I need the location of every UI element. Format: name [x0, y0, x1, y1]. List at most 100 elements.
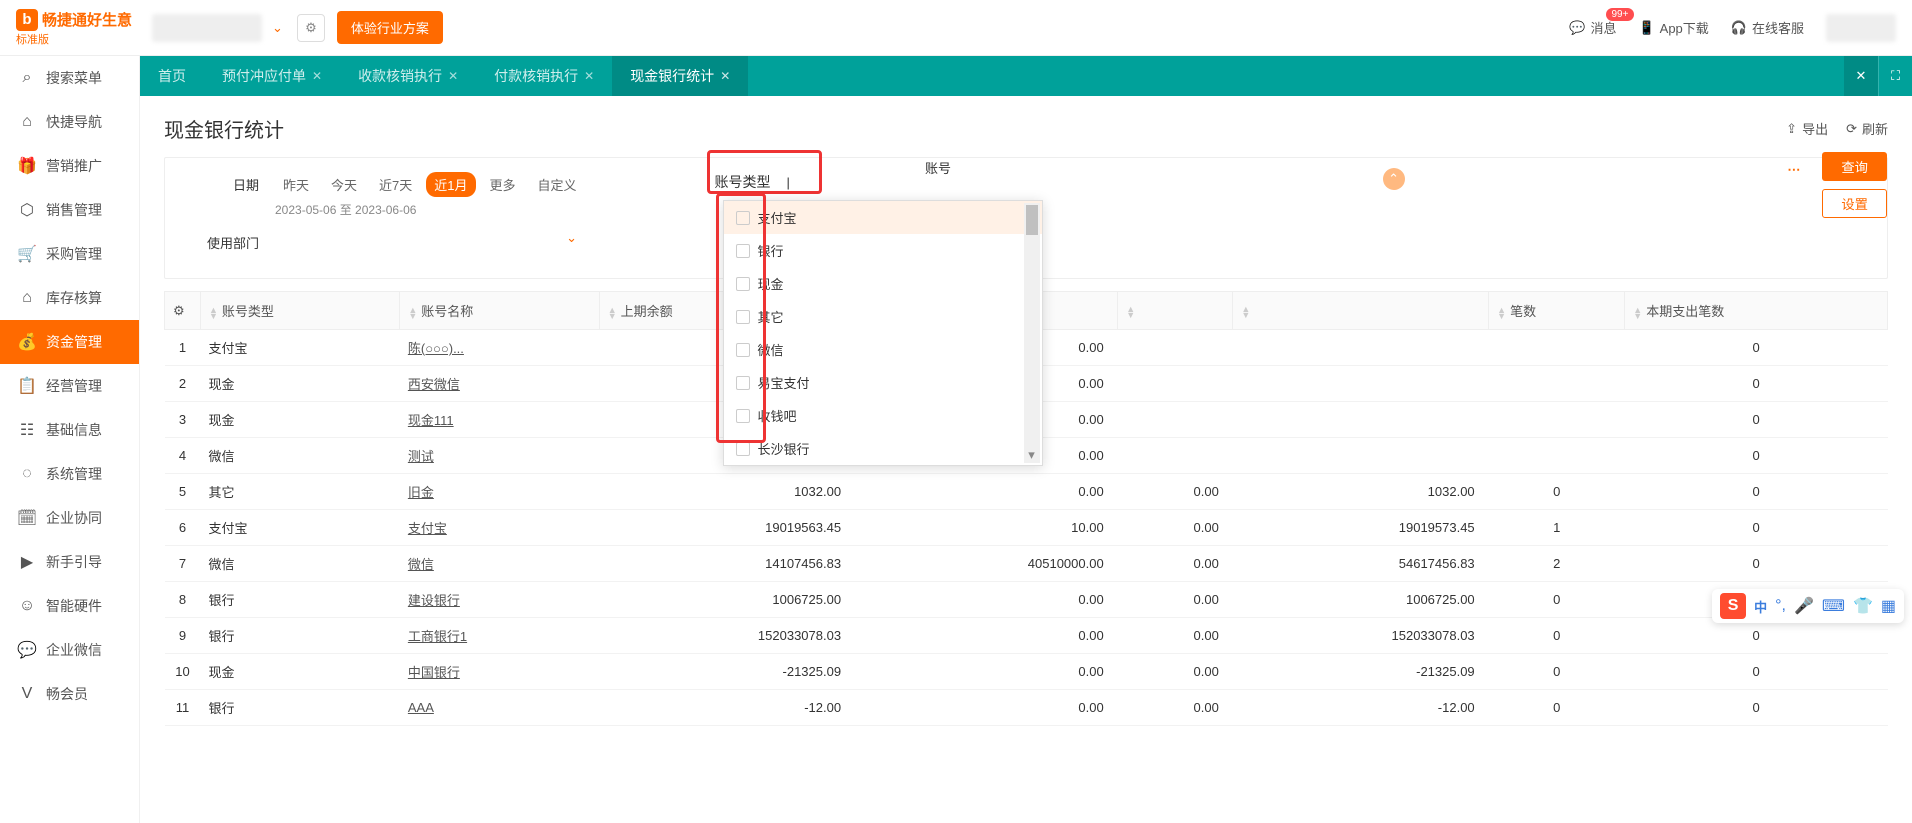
messages-link[interactable]: 💬 消息 99+ — [1569, 18, 1616, 37]
checkbox[interactable] — [736, 310, 750, 324]
more-dots[interactable]: ⋯ — [1787, 152, 1802, 178]
trial-button[interactable]: 体验行业方案 — [337, 11, 443, 44]
date-chip[interactable]: 近1月 — [426, 172, 475, 197]
sort-icon[interactable]: ▲▼ — [1126, 306, 1135, 318]
tab[interactable]: 收款核销执行✕ — [340, 56, 476, 96]
sidebar-item[interactable]: ☷基础信息 — [0, 408, 139, 452]
support-link[interactable]: 🎧 在线客服 — [1731, 18, 1804, 37]
checkbox[interactable] — [736, 277, 750, 291]
dropdown-option[interactable]: 易宝支付 — [724, 366, 1042, 399]
date-chip[interactable]: 近7天 — [371, 172, 420, 197]
dropdown-scrollbar[interactable]: ▾ — [1024, 203, 1040, 463]
user-avatar-blurred[interactable] — [1826, 14, 1896, 42]
sidebar-item[interactable]: 🗓企业协同 — [0, 496, 139, 540]
column-header[interactable]: ▲▼账号名称 — [400, 292, 599, 330]
dropdown-option[interactable]: 其它 — [724, 300, 1042, 333]
dropdown-option[interactable]: 现金 — [724, 267, 1042, 300]
cell-name-link[interactable]: 西安微信 — [400, 366, 599, 402]
sidebar-item[interactable]: ⌕搜索菜单 — [0, 56, 139, 100]
app-download-link[interactable]: 📱 App下载 — [1638, 18, 1708, 37]
dept-select[interactable]: ⌄ — [275, 230, 585, 247]
sidebar-item[interactable]: 🛒采购管理 — [0, 232, 139, 276]
checkbox[interactable] — [736, 343, 750, 357]
cell-name-link[interactable]: 中国银行 — [400, 654, 599, 690]
ime-keyboard-icon[interactable]: ⌨ — [1822, 596, 1845, 616]
settings-button[interactable]: 设置 — [1822, 189, 1887, 218]
dropdown-option[interactable]: 银行 — [724, 234, 1042, 267]
sort-icon[interactable]: ▲▼ — [608, 307, 617, 319]
close-tab-button[interactable]: ✕ — [1844, 56, 1878, 96]
sidebar-item[interactable]: ⌂库存核算 — [0, 276, 139, 320]
scrollbar-down-icon[interactable]: ▾ — [1024, 447, 1040, 463]
cell-prev: 19019563.45 — [599, 510, 855, 546]
ime-mic-icon[interactable]: 🎤 — [1794, 596, 1814, 616]
cell-name-link[interactable]: 建设银行 — [400, 582, 599, 618]
gear-column-header[interactable]: ⚙ — [165, 292, 201, 330]
tab[interactable]: 预付冲应付单✕ — [204, 56, 340, 96]
sort-icon[interactable]: ▲▼ — [408, 307, 417, 319]
sidebar-item[interactable]: 📋经营管理 — [0, 364, 139, 408]
sidebar-item[interactable]: ▶新手引导 — [0, 540, 139, 584]
export-button[interactable]: ⇪ 导出 — [1786, 119, 1828, 138]
column-header[interactable]: ▲▼账号类型 — [201, 292, 400, 330]
dropdown-option[interactable]: 长沙银行 — [724, 432, 1042, 465]
sidebar-item[interactable]: V畅会员 — [0, 672, 139, 716]
ime-toolbox-icon[interactable]: ▦ — [1881, 596, 1896, 616]
cell-name-link[interactable]: AAA — [400, 690, 599, 726]
cell-name-link[interactable]: 现金111 — [400, 402, 599, 438]
ime-logo-icon[interactable]: S — [1720, 593, 1746, 619]
checkbox[interactable] — [736, 442, 750, 456]
sidebar-item[interactable]: 💬企业微信 — [0, 628, 139, 672]
dropdown-option[interactable]: 支付宝 — [724, 201, 1042, 234]
column-header[interactable]: ▲▼本期支出笔数 — [1625, 292, 1888, 330]
checkbox[interactable] — [736, 211, 750, 225]
sidebar-item[interactable]: ☺智能硬件 — [0, 584, 139, 628]
column-header[interactable]: ▲▼ — [1233, 292, 1489, 330]
dropdown-option[interactable]: 微信 — [724, 333, 1042, 366]
settings-gear-button[interactable]: ⚙ — [297, 14, 325, 42]
column-header[interactable]: ▲▼笔数 — [1489, 292, 1625, 330]
date-chip[interactable]: 今天 — [323, 172, 365, 197]
sidebar-item[interactable]: ⬡销售管理 — [0, 188, 139, 232]
tab[interactable]: 首页 — [140, 56, 204, 96]
sort-icon[interactable]: ▲▼ — [1633, 307, 1642, 319]
sidebar-item[interactable]: ◌系统管理 — [0, 452, 139, 496]
cell-name-link[interactable]: 微信 — [400, 546, 599, 582]
sidebar-item[interactable]: ⌂快捷导航 — [0, 100, 139, 144]
dropdown-option[interactable]: 收钱吧 — [724, 399, 1042, 432]
date-chip[interactable]: 昨天 — [275, 172, 317, 197]
cell-c6: 152033078.03 — [1233, 618, 1489, 654]
sort-icon[interactable]: ▲▼ — [1241, 306, 1250, 318]
cell-name-link[interactable]: 支付宝 — [400, 510, 599, 546]
scrollbar-thumb[interactable] — [1026, 205, 1038, 235]
tab-close-icon[interactable]: ✕ — [720, 69, 730, 83]
refresh-button[interactable]: ⟳ 刷新 — [1846, 119, 1888, 138]
org-chevron-icon[interactable]: ⌄ — [272, 20, 283, 36]
date-chip[interactable]: 自定义 — [530, 172, 585, 197]
cell-name-link[interactable]: 陈(○○○)... — [400, 330, 599, 366]
checkbox[interactable] — [736, 376, 750, 390]
tab-close-icon[interactable]: ✕ — [312, 69, 322, 83]
checkbox[interactable] — [736, 409, 750, 423]
collapse-toggle[interactable]: ⌃ — [1383, 168, 1405, 190]
sort-icon[interactable]: ▲▼ — [1497, 307, 1506, 319]
checkbox[interactable] — [736, 244, 750, 258]
query-button[interactable]: 查询 — [1822, 152, 1887, 181]
date-chip[interactable]: 更多 — [482, 172, 524, 197]
tab[interactable]: 付款核销执行✕ — [476, 56, 612, 96]
ime-lang[interactable]: 中 — [1754, 597, 1767, 616]
cell-name-link[interactable]: 工商银行1 — [400, 618, 599, 654]
sort-icon[interactable]: ▲▼ — [209, 307, 218, 319]
sidebar-item[interactable]: 💰资金管理 — [0, 320, 139, 364]
ime-skin-icon[interactable]: 👕 — [1853, 596, 1873, 616]
cell-name-link[interactable]: 测试 — [400, 438, 599, 474]
expand-button[interactable]: ⛶ — [1878, 56, 1912, 96]
tab-close-icon[interactable]: ✕ — [448, 69, 458, 83]
tab-close-icon[interactable]: ✕ — [584, 69, 594, 83]
ime-punct-icon[interactable]: °, — [1775, 597, 1786, 615]
tab[interactable]: 现金银行统计✕ — [612, 56, 748, 96]
sidebar-item[interactable]: 🎁营销推广 — [0, 144, 139, 188]
column-header[interactable]: ▲▼ — [1118, 292, 1233, 330]
cell-name-link[interactable]: 旧金 — [400, 474, 599, 510]
cursor-caret-icon: | — [787, 175, 790, 190]
